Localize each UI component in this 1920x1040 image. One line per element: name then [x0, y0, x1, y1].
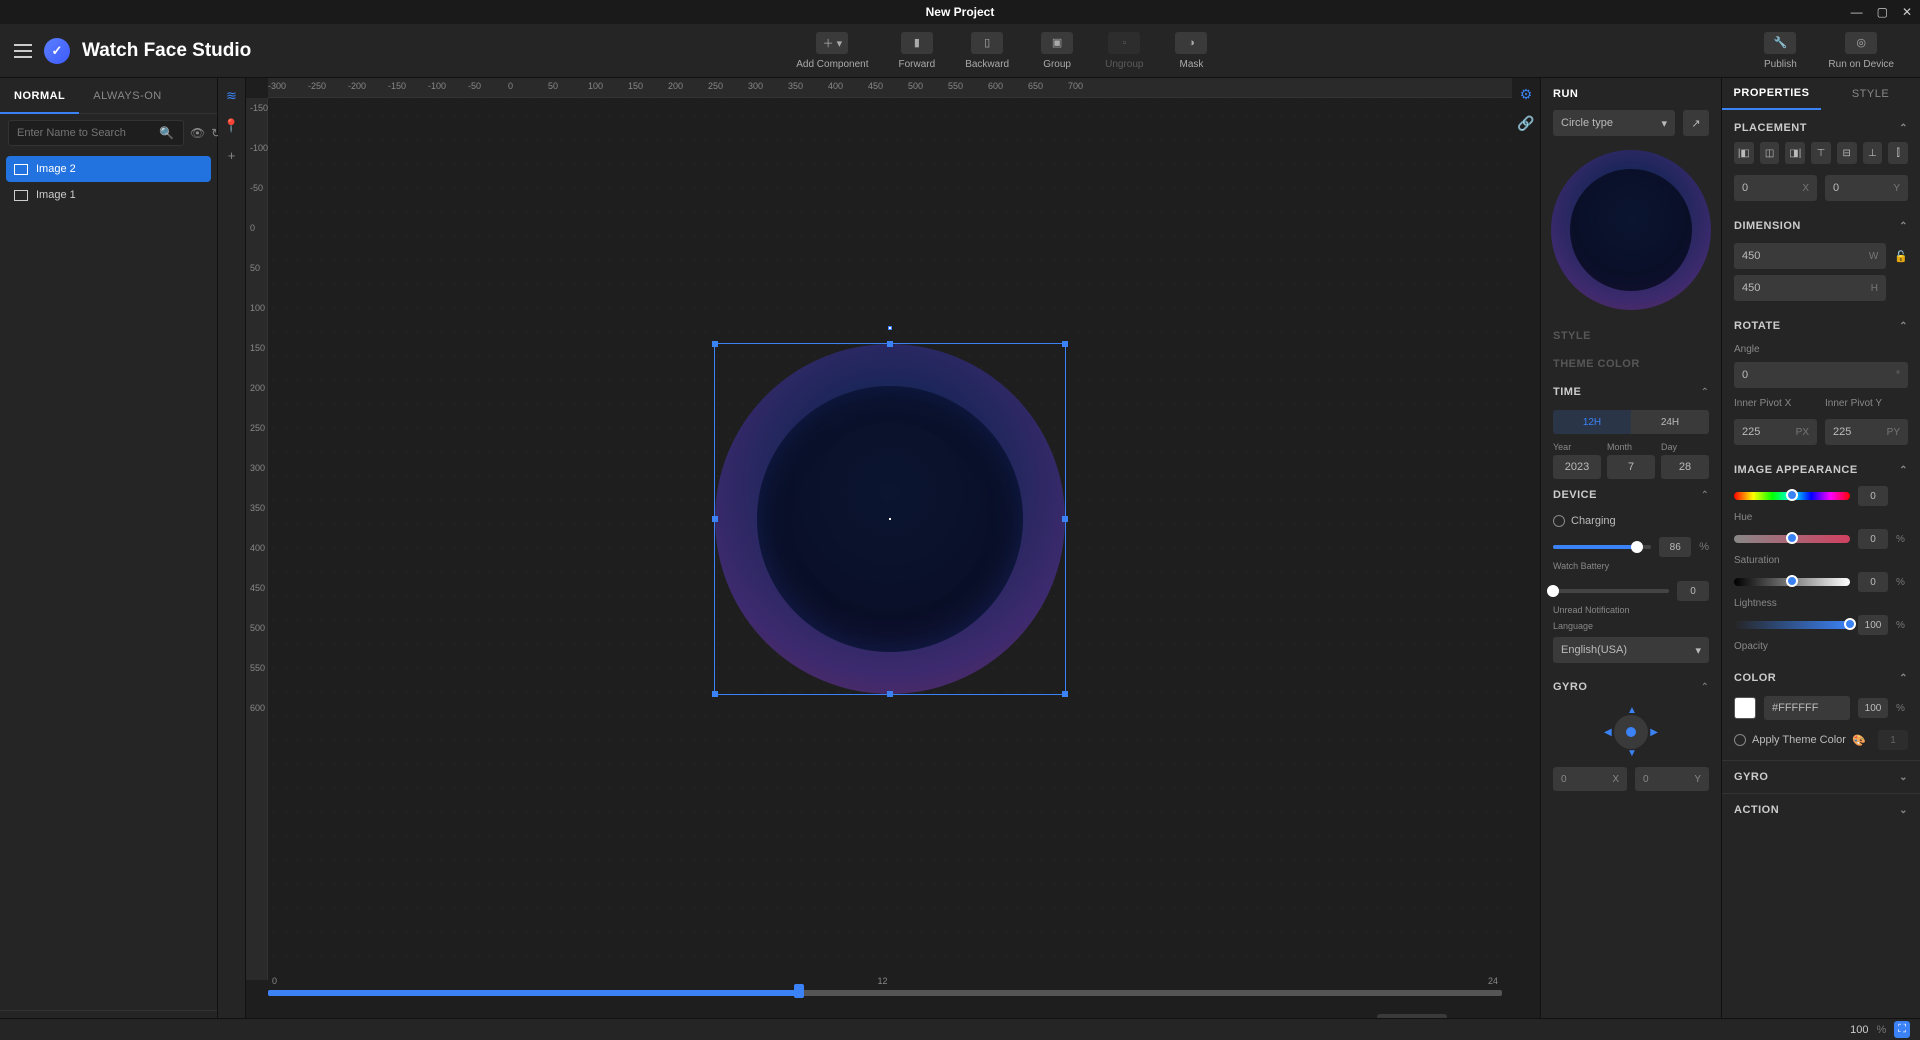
window-title: New Project [926, 5, 995, 19]
selection-bounds[interactable] [714, 343, 1066, 695]
height-input[interactable]: 450H [1734, 275, 1886, 301]
theme-color-section-label: THEME COLOR [1541, 350, 1721, 378]
align-right-icon[interactable]: ◨| [1785, 142, 1805, 164]
hamburger-menu-icon[interactable] [14, 44, 32, 58]
run-on-device-button[interactable]: ◎Run on Device [1820, 27, 1902, 75]
hue-slider[interactable] [1734, 492, 1850, 500]
add-tool-icon[interactable]: + [228, 148, 236, 163]
minimize-icon[interactable]: — [1851, 5, 1863, 19]
gyro-y-input[interactable]: 0Y [1635, 767, 1709, 791]
tab-style[interactable]: STYLE [1821, 78, 1920, 110]
apply-theme-radio[interactable] [1734, 734, 1746, 746]
fit-screen-icon[interactable]: ⛶ [1894, 1021, 1910, 1038]
year-input[interactable]: 2023 [1553, 455, 1601, 479]
gyro-control[interactable]: ▲ ▼ ◀ ▶ [1606, 707, 1656, 757]
image-layer-icon [14, 164, 28, 175]
align-center-v-icon[interactable]: ⊟ [1837, 142, 1857, 164]
app-name: Watch Face Studio [82, 40, 251, 62]
saturation-slider[interactable] [1734, 535, 1850, 543]
layer-item[interactable]: Image 1 [6, 182, 211, 208]
opacity-slider[interactable] [1734, 621, 1850, 629]
gyro-prop-section[interactable]: GYRO⌄ [1722, 760, 1920, 793]
align-top-icon[interactable]: ⊤ [1811, 142, 1831, 164]
external-open-icon[interactable]: ↗ [1683, 110, 1709, 136]
app-logo-icon: ✓ [44, 38, 70, 64]
gyro-x-input[interactable]: 0X [1553, 767, 1627, 791]
lightness-slider[interactable] [1734, 578, 1850, 586]
image-layer-icon [14, 190, 28, 201]
style-section-label: STYLE [1541, 322, 1721, 350]
watch-preview [1551, 150, 1711, 310]
tab-normal[interactable]: NORMAL [0, 78, 79, 114]
angle-input[interactable]: 0° [1734, 362, 1908, 388]
add-component-button[interactable]: ＋ ▾Add Component [788, 27, 876, 75]
pivot-x-input[interactable]: 225PX [1734, 419, 1817, 445]
align-left-icon[interactable]: |◧ [1734, 142, 1754, 164]
layer-item[interactable]: Image 2 [6, 156, 211, 182]
device-section-header[interactable]: DEVICE⌃ [1541, 481, 1721, 509]
time-section-header[interactable]: TIME⌃ [1541, 378, 1721, 406]
maximize-icon[interactable]: ▢ [1877, 5, 1888, 19]
timeline-end: 24 [1488, 976, 1498, 986]
mask-button[interactable]: ◑Mask [1165, 27, 1217, 75]
close-icon[interactable]: ✕ [1902, 5, 1912, 19]
distribute-icon[interactable]: ⫿ [1888, 142, 1908, 164]
pin-tool-icon[interactable]: 📍 [223, 118, 239, 134]
run-panel-title: RUN [1541, 78, 1721, 110]
x-input[interactable]: 0X [1734, 175, 1817, 201]
timeline-slider[interactable] [268, 990, 1502, 996]
day-input[interactable]: 28 [1661, 455, 1709, 479]
ungroup-button[interactable]: ▫Ungroup [1097, 27, 1151, 75]
link-icon[interactable]: 🔗 [1517, 115, 1534, 132]
battery-slider[interactable] [1553, 545, 1651, 549]
vertical-ruler: -150-100-5005010015020025030035040045050… [246, 98, 268, 980]
color-alpha-input[interactable]: 100 [1858, 698, 1888, 718]
timeline-start: 0 [272, 976, 277, 986]
lock-aspect-icon[interactable]: 🔓 [1894, 250, 1908, 263]
align-bottom-icon[interactable]: ⊥ [1863, 142, 1883, 164]
notification-value[interactable]: 0 [1677, 581, 1709, 601]
chevron-up-icon[interactable]: ⌃ [1899, 123, 1908, 134]
shape-type-select[interactable]: Circle type▾ [1553, 110, 1675, 136]
layer-list: Image 2 Image 1 [0, 152, 217, 1010]
layers-tool-icon[interactable]: ≋ [226, 88, 237, 104]
charging-radio[interactable]: Charging [1541, 509, 1721, 533]
group-button[interactable]: ▣Group [1031, 27, 1083, 75]
gyro-section-header[interactable]: GYRO⌃ [1541, 673, 1721, 701]
search-input[interactable] [17, 127, 159, 139]
language-select[interactable]: English(USA)▾ [1553, 637, 1709, 663]
zoom-value[interactable]: 100 [1850, 1024, 1868, 1036]
timeline-mid: 12 [877, 976, 887, 986]
width-input[interactable]: 450W [1734, 243, 1886, 269]
visibility-toggle-icon[interactable]: 👁 [190, 126, 205, 140]
backward-button[interactable]: ▯Backward [957, 27, 1017, 75]
time-12h-button[interactable]: 12H [1553, 410, 1631, 434]
settings-slider-icon[interactable]: ⚙ [1520, 86, 1533, 103]
align-center-h-icon[interactable]: ◫ [1760, 142, 1780, 164]
y-input[interactable]: 0Y [1825, 175, 1908, 201]
search-icon[interactable]: 🔍 [159, 126, 175, 140]
pivot-y-input[interactable]: 225PY [1825, 419, 1908, 445]
forward-button[interactable]: ▮Forward [891, 27, 944, 75]
canvas[interactable] [268, 98, 1512, 976]
publish-button[interactable]: 🔧Publish [1754, 27, 1806, 75]
horizontal-ruler: -300-250-200-150-100-5005010015020025030… [268, 78, 1512, 98]
eyedropper-icon[interactable]: 🎨 [1852, 734, 1866, 747]
action-prop-section[interactable]: ACTION⌄ [1722, 793, 1920, 826]
tab-properties[interactable]: PROPERTIES [1722, 78, 1821, 110]
color-swatch[interactable] [1734, 697, 1756, 719]
time-24h-button[interactable]: 24H [1631, 410, 1709, 434]
notification-slider[interactable] [1553, 589, 1669, 593]
month-input[interactable]: 7 [1607, 455, 1655, 479]
color-hex-input[interactable]: #FFFFFF [1764, 696, 1850, 720]
battery-value[interactable]: 86 [1659, 537, 1691, 557]
tab-always-on[interactable]: ALWAYS-ON [79, 78, 175, 114]
